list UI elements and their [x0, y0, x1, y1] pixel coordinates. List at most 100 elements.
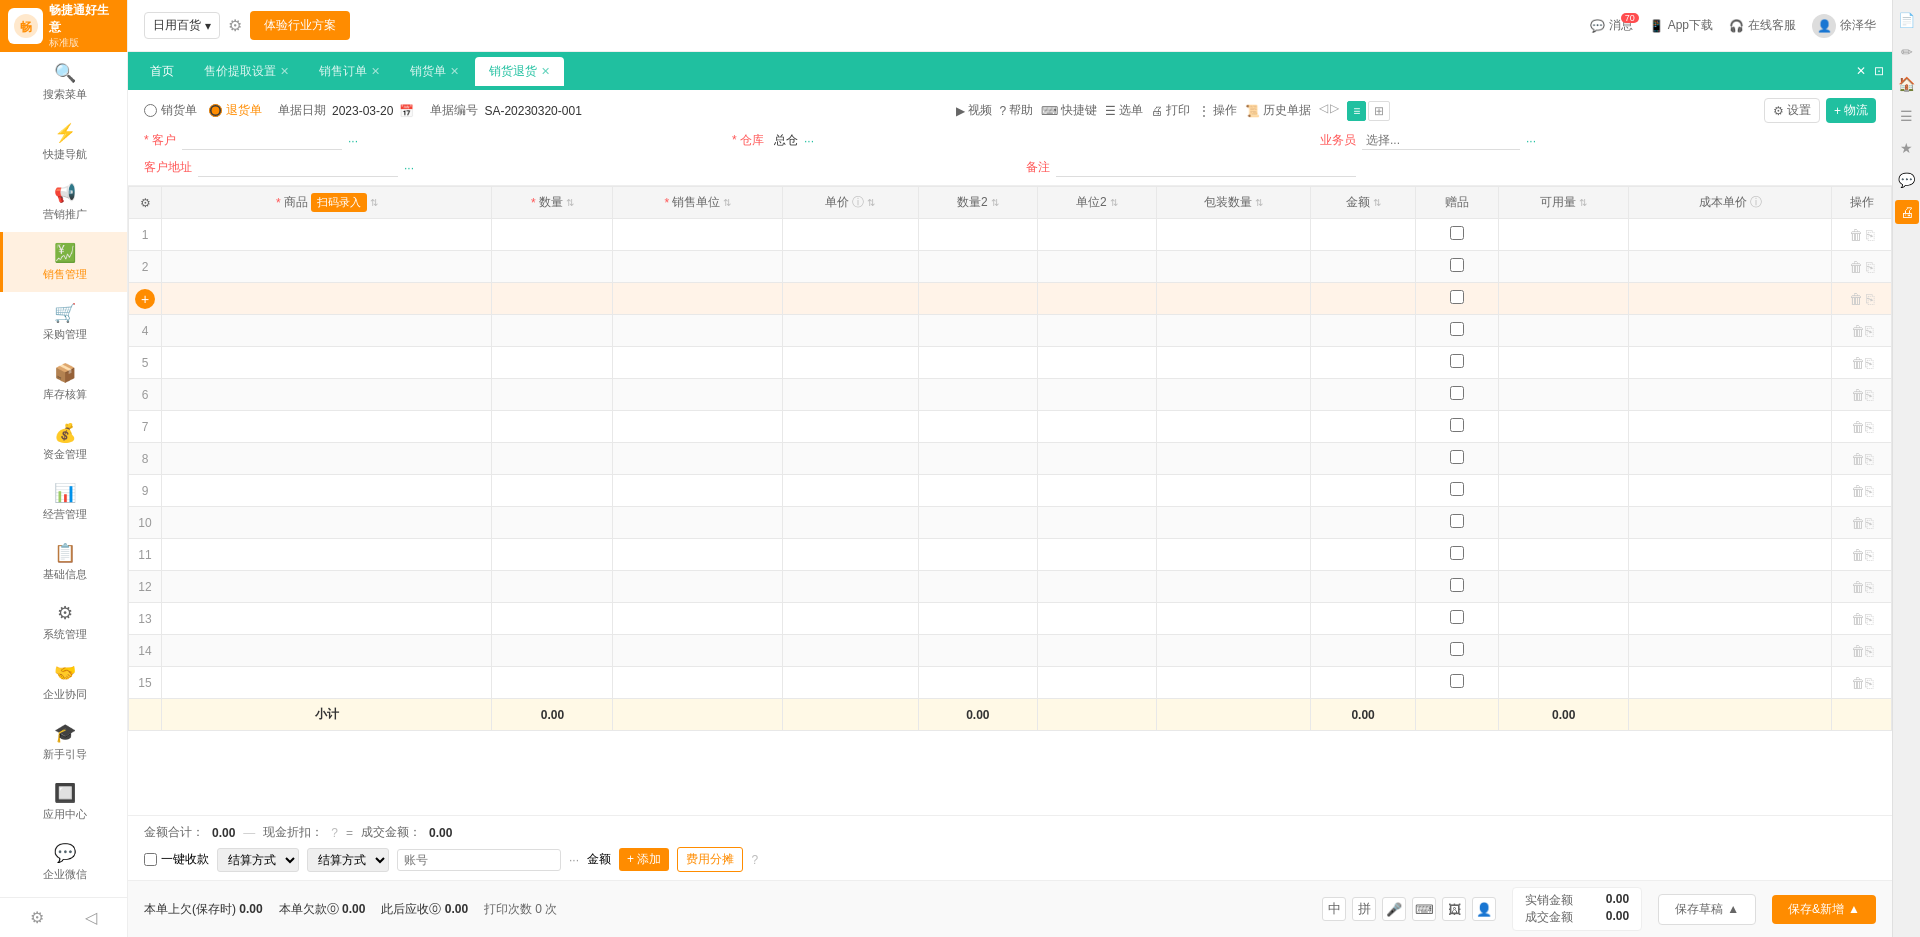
video-btn[interactable]: ▶ 视频: [956, 101, 992, 121]
col-sort-goods-icon[interactable]: ⇅: [370, 197, 378, 208]
tab-close-icon[interactable]: ✕: [371, 65, 380, 78]
sidebar-item-purchase[interactable]: 🛒 采购管理: [0, 292, 127, 352]
tab-price-setting[interactable]: 售价提取设置 ✕: [190, 57, 303, 86]
available-cell[interactable]: [1499, 219, 1629, 251]
price-cell[interactable]: [783, 219, 919, 251]
one-click-checkbox[interactable]: [144, 853, 157, 866]
tool-icon-2[interactable]: 拼: [1352, 897, 1376, 921]
col-sort-unit-icon[interactable]: ⇅: [723, 197, 731, 208]
rs-chat-icon[interactable]: 💬: [1895, 168, 1919, 192]
warehouse-more-icon[interactable]: ···: [804, 134, 814, 148]
expand-icon[interactable]: ⊡: [1874, 64, 1884, 78]
col-sort-pack-icon[interactable]: ⇅: [1255, 197, 1263, 208]
history-btn[interactable]: 📜 历史单据: [1245, 101, 1311, 121]
tab-delivery[interactable]: 销货单 ✕: [396, 57, 473, 86]
app-download-btn[interactable]: 📱 App下载: [1649, 17, 1713, 34]
add-logistics-btn[interactable]: + 物流: [1826, 98, 1876, 123]
sidebar-item-inventory[interactable]: 📦 库存核算: [0, 352, 127, 412]
notification-btn[interactable]: 💬 70 消息: [1590, 17, 1633, 34]
delete-row-btn[interactable]: 🗑: [1849, 259, 1863, 275]
tab-close-icon[interactable]: ✕: [541, 65, 550, 78]
date-picker-icon[interactable]: 📅: [399, 104, 414, 118]
sidebar-item-search[interactable]: 🔍 搜索菜单: [0, 52, 127, 112]
sidebar-item-marketing[interactable]: 📢 营销推广: [0, 172, 127, 232]
gift-checkbox[interactable]: [1450, 578, 1464, 592]
col-sort-price-icon[interactable]: ⇅: [867, 197, 875, 208]
help-btn[interactable]: ? 帮助: [1000, 101, 1034, 121]
col-sort-qty-icon[interactable]: ⇅: [566, 197, 574, 208]
col-sort-qty2-icon[interactable]: ⇅: [991, 197, 999, 208]
delete-row-btn[interactable]: 🗑: [1849, 291, 1863, 307]
tab-sales-order[interactable]: 销售订单 ✕: [305, 57, 394, 86]
grid-view-btn[interactable]: ≡: [1347, 101, 1366, 121]
gift-cell[interactable]: [1416, 219, 1499, 251]
radio-delivery-input[interactable]: [144, 104, 157, 117]
sidebar-item-enterprise[interactable]: 🤝 企业协同: [0, 652, 127, 712]
tool-icon-5[interactable]: 🖼: [1442, 897, 1466, 921]
gift-checkbox[interactable]: [1450, 226, 1464, 240]
sidebar-item-system[interactable]: ⚙ 系统管理: [0, 592, 127, 652]
sidebar-item-apps[interactable]: 🔲 应用中心: [0, 772, 127, 832]
rs-star-icon[interactable]: ★: [1895, 136, 1919, 160]
staff-input[interactable]: [1362, 131, 1520, 150]
sidebar-item-wechat[interactable]: 💬 企业微信: [0, 832, 127, 892]
address-more-icon[interactable]: ···: [404, 161, 414, 175]
copy-row-btn[interactable]: ⎘: [1865, 611, 1873, 627]
copy-row-btn[interactable]: ⎘: [1865, 451, 1873, 467]
operate-btn[interactable]: ⋮ 操作: [1198, 101, 1237, 121]
col-sort-unit2-icon[interactable]: ⇅: [1110, 197, 1118, 208]
gift-checkbox[interactable]: [1450, 610, 1464, 624]
copy-row-btn[interactable]: ⎘: [1865, 355, 1873, 371]
copy-row-btn[interactable]: ⎘: [1866, 259, 1874, 275]
copy-row-btn[interactable]: ⎘: [1865, 419, 1873, 435]
gift-checkbox[interactable]: [1450, 322, 1464, 336]
rs-home-icon[interactable]: 🏠: [1895, 72, 1919, 96]
delete-row-btn[interactable]: 🗑: [1851, 547, 1865, 563]
shortcut-btn[interactable]: ⌨ 快捷键: [1041, 101, 1097, 121]
th-settings[interactable]: ⚙: [129, 187, 162, 219]
sidebar-item-operations[interactable]: 📊 经营管理: [0, 472, 127, 532]
sidebar-item-finance[interactable]: 💰 资金管理: [0, 412, 127, 472]
delete-row-btn[interactable]: 🗑: [1851, 451, 1865, 467]
copy-row-btn[interactable]: ⎘: [1865, 483, 1873, 499]
rs-doc-icon[interactable]: 📄: [1895, 8, 1919, 32]
rs-print-icon[interactable]: 🖨: [1895, 200, 1919, 224]
address-input[interactable]: [198, 158, 398, 177]
prev-arrow-icon[interactable]: ◁: [1319, 101, 1328, 121]
list-view-btn[interactable]: ⊞: [1368, 101, 1390, 121]
copy-row-btn[interactable]: ⎘: [1865, 579, 1873, 595]
copy-row-btn[interactable]: ⎘: [1865, 547, 1873, 563]
close-tab-icon[interactable]: ✕: [1856, 64, 1866, 78]
customer-input[interactable]: [182, 131, 342, 150]
tab-close-icon[interactable]: ✕: [280, 65, 289, 78]
tool-icon-4[interactable]: ⌨: [1412, 897, 1436, 921]
col-sort-avail-icon[interactable]: ⇅: [1579, 197, 1587, 208]
sidebar-item-sales[interactable]: 💹 销售管理: [0, 232, 127, 292]
add-cost-btn[interactable]: + 添加: [619, 848, 669, 871]
amount-cell[interactable]: [1310, 219, 1415, 251]
gift-checkbox[interactable]: [1450, 258, 1464, 272]
tab-home[interactable]: 首页: [136, 57, 188, 86]
sidebar-item-base-info[interactable]: 📋 基础信息: [0, 532, 127, 592]
delete-row-btn[interactable]: 🗑: [1851, 675, 1865, 691]
discount-help-icon[interactable]: ?: [331, 826, 338, 840]
industry-select[interactable]: 日用百货 ▾: [144, 12, 220, 39]
customer-more-icon[interactable]: ···: [348, 134, 358, 148]
gift-checkbox[interactable]: [1450, 514, 1464, 528]
tool-icon-6[interactable]: 👤: [1472, 897, 1496, 921]
rs-list-icon[interactable]: ☰: [1895, 104, 1919, 128]
copy-row-btn[interactable]: ⎘: [1865, 515, 1873, 531]
pack-cell[interactable]: [1156, 219, 1310, 251]
radio-return[interactable]: 退货单: [209, 102, 262, 119]
delete-row-btn[interactable]: 🗑: [1851, 419, 1865, 435]
gift-checkbox[interactable]: [1450, 386, 1464, 400]
unit2-cell[interactable]: [1037, 219, 1156, 251]
account-input[interactable]: [397, 849, 561, 871]
qty2-cell[interactable]: [918, 219, 1037, 251]
one-click-payment[interactable]: 一键收款: [144, 851, 209, 868]
delete-row-btn[interactable]: 🗑: [1851, 611, 1865, 627]
tab-close-icon[interactable]: ✕: [450, 65, 459, 78]
delete-row-btn[interactable]: 🗑: [1851, 579, 1865, 595]
save-draft-btn[interactable]: 保存草稿 ▲: [1658, 894, 1756, 925]
scan-input-btn[interactable]: 扫码录入: [311, 193, 367, 212]
